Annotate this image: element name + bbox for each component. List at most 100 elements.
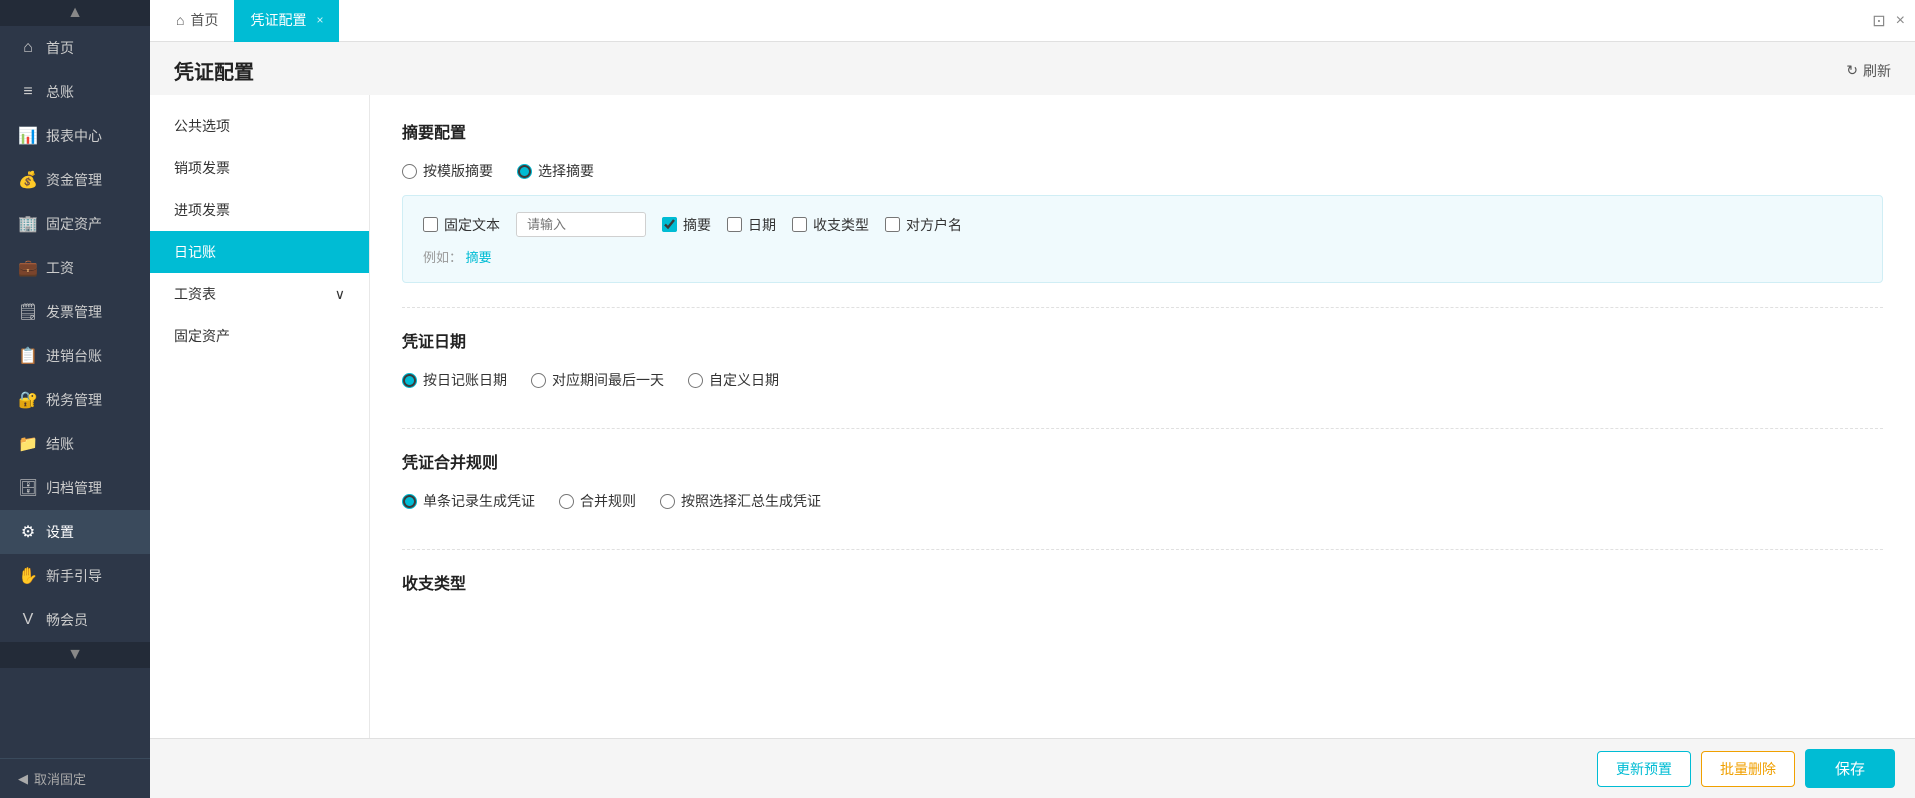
single-record-radio[interactable]	[402, 494, 417, 509]
right-content: 摘要配置 按模版摘要 选择摘要	[370, 95, 1915, 738]
sidebar-item-member[interactable]: V 畅会员	[0, 598, 150, 642]
tab-home[interactable]: ⌂ 首页	[160, 0, 234, 42]
summary-config-section: 摘要配置 按模版摘要 选择摘要	[402, 119, 1883, 308]
merge-rule-radio[interactable]	[559, 494, 574, 509]
sidebar-item-ledger[interactable]: ≡ 总账	[0, 70, 150, 114]
summary-select-radio[interactable]	[517, 164, 532, 179]
page-title: 凭证配置	[174, 56, 254, 85]
sidebar-item-reconcile[interactable]: 📋 进销台账	[0, 334, 150, 378]
tab-close-icon[interactable]: ×	[316, 13, 323, 27]
update-preset-button[interactable]: 更新预置	[1597, 751, 1691, 787]
left-nav-payroll[interactable]: 工资表 ∨	[150, 273, 369, 315]
member-icon: V	[18, 611, 38, 629]
summary-template-option[interactable]: 按模版摘要	[402, 161, 493, 181]
invoice-icon: 🗒	[18, 302, 38, 322]
restore-button[interactable]: ⊡	[1872, 11, 1885, 31]
income-type-checkbox[interactable]	[792, 217, 807, 232]
sidebar-item-close[interactable]: 📁 结账	[0, 422, 150, 466]
close-accounts-icon: 📁	[18, 434, 38, 454]
summary-box: 固定文本 摘要 日期	[402, 195, 1883, 283]
last-day-option[interactable]: 对应期间最后一天	[531, 370, 664, 390]
left-nav-journal[interactable]: 日记账	[150, 231, 369, 273]
guide-icon: ✋	[18, 566, 38, 586]
abstract-checkbox[interactable]	[662, 217, 677, 232]
pin-icon: ◀	[18, 771, 28, 787]
main-area: ⌂ 首页 凭证配置 × ⊡ × 凭证配置 ↻ 刷新 公共选项	[150, 0, 1915, 798]
merge-rules-radio-group: 单条记录生成凭证 合并规则 按照选择汇总生成凭证	[402, 491, 1883, 511]
summary-radio-group: 按模版摘要 选择摘要	[402, 161, 1883, 181]
summary-template-radio[interactable]	[402, 164, 417, 179]
archive-icon: 🗄	[18, 478, 38, 498]
custom-date-option[interactable]: 自定义日期	[688, 370, 779, 390]
sidebar-item-salary[interactable]: 💼 工资	[0, 246, 150, 290]
select-merge-radio[interactable]	[660, 494, 675, 509]
reconcile-icon: 📋	[18, 346, 38, 366]
left-nav-public[interactable]: 公共选项	[150, 105, 369, 147]
income-type-section: 收支类型	[402, 570, 1883, 636]
voucher-date-radio-group: 按日记账日期 对应期间最后一天 自定义日期	[402, 370, 1883, 390]
assets-icon: 🏢	[18, 214, 38, 234]
single-record-option[interactable]: 单条记录生成凭证	[402, 491, 535, 511]
ledger-icon: ≡	[18, 83, 38, 101]
journal-date-option[interactable]: 按日记账日期	[402, 370, 507, 390]
sidebar-item-home[interactable]: ⌂ 首页	[0, 26, 150, 70]
counterpart-option[interactable]: 对方户名	[885, 215, 962, 235]
sidebar-item-capital[interactable]: 💰 资金管理	[0, 158, 150, 202]
date-option[interactable]: 日期	[727, 215, 776, 235]
sidebar-item-archive[interactable]: 🗄 归档管理	[0, 466, 150, 510]
custom-date-radio[interactable]	[688, 373, 703, 388]
counterpart-checkbox[interactable]	[885, 217, 900, 232]
capital-icon: 💰	[18, 170, 38, 190]
sidebar: ▲ ⌂ 首页 ≡ 总账 📊 报表中心 💰 资金管理 🏢 固定资产 💼 工资 🗒 …	[0, 0, 150, 798]
fixed-text-input[interactable]	[516, 212, 646, 237]
chevron-down-icon: ∨	[335, 286, 345, 303]
footer-bar: 更新预置 批量删除 保存	[150, 738, 1915, 798]
tax-icon: 🔐	[18, 390, 38, 410]
page-content: 凭证配置 ↻ 刷新 公共选项 销项发票 进项发票 日记账	[150, 42, 1915, 798]
sidebar-scroll-up[interactable]: ▲	[0, 0, 150, 26]
sidebar-item-assets[interactable]: 🏢 固定资产	[0, 202, 150, 246]
home-icon: ⌂	[18, 39, 38, 57]
merge-rule-option[interactable]: 合并规则	[559, 491, 636, 511]
summary-select-option[interactable]: 选择摘要	[517, 161, 594, 181]
left-nav-purchase[interactable]: 进项发票	[150, 189, 369, 231]
settings-icon: ⚙	[18, 522, 38, 542]
body-split: 公共选项 销项发票 进项发票 日记账 工资表 ∨ 固定资产	[150, 95, 1915, 738]
left-nav: 公共选项 销项发票 进项发票 日记账 工资表 ∨ 固定资产	[150, 95, 370, 738]
tab-voucher-config[interactable]: 凭证配置 ×	[234, 0, 339, 42]
batch-delete-button[interactable]: 批量删除	[1701, 751, 1795, 787]
save-button[interactable]: 保存	[1805, 749, 1895, 788]
abstract-option[interactable]: 摘要	[662, 215, 711, 235]
summary-example: 例如： 摘要	[423, 247, 1862, 266]
page-header: 凭证配置 ↻ 刷新	[150, 42, 1915, 95]
summary-checkbox-row: 固定文本 摘要 日期	[423, 212, 1862, 237]
last-day-radio[interactable]	[531, 373, 546, 388]
sidebar-item-settings[interactable]: ⚙ 设置	[0, 510, 150, 554]
salary-icon: 💼	[18, 258, 38, 278]
window-controls: ⊡ ×	[1872, 11, 1905, 31]
merge-rules-section: 凭证合并规则 单条记录生成凭证 合并规则 按照选择汇总生成凭证	[402, 449, 1883, 550]
sidebar-unpin-button[interactable]: ◀ 取消固定	[0, 758, 150, 798]
left-nav-fixed[interactable]: 固定资产	[150, 315, 369, 357]
merge-rules-title: 凭证合并规则	[402, 449, 1883, 473]
refresh-button[interactable]: ↻ 刷新	[1846, 61, 1891, 81]
report-icon: 📊	[18, 126, 38, 146]
sidebar-scroll-down[interactable]: ▼	[0, 642, 150, 668]
date-checkbox[interactable]	[727, 217, 742, 232]
journal-date-radio[interactable]	[402, 373, 417, 388]
sidebar-item-invoice[interactable]: 🗒 发票管理	[0, 290, 150, 334]
sidebar-item-tax[interactable]: 🔐 税务管理	[0, 378, 150, 422]
fixed-text-option[interactable]: 固定文本	[423, 215, 500, 235]
income-type-title: 收支类型	[402, 570, 1883, 594]
left-nav-sales[interactable]: 销项发票	[150, 147, 369, 189]
sidebar-item-report[interactable]: 📊 报表中心	[0, 114, 150, 158]
voucher-date-section: 凭证日期 按日记账日期 对应期间最后一天 自定义日期	[402, 328, 1883, 429]
select-merge-option[interactable]: 按照选择汇总生成凭证	[660, 491, 821, 511]
refresh-icon: ↻	[1846, 62, 1858, 79]
sidebar-item-guide[interactable]: ✋ 新手引导	[0, 554, 150, 598]
fixed-text-checkbox[interactable]	[423, 217, 438, 232]
income-type-option[interactable]: 收支类型	[792, 215, 869, 235]
close-window-button[interactable]: ×	[1896, 12, 1905, 30]
summary-config-title: 摘要配置	[402, 119, 1883, 143]
voucher-date-title: 凭证日期	[402, 328, 1883, 352]
